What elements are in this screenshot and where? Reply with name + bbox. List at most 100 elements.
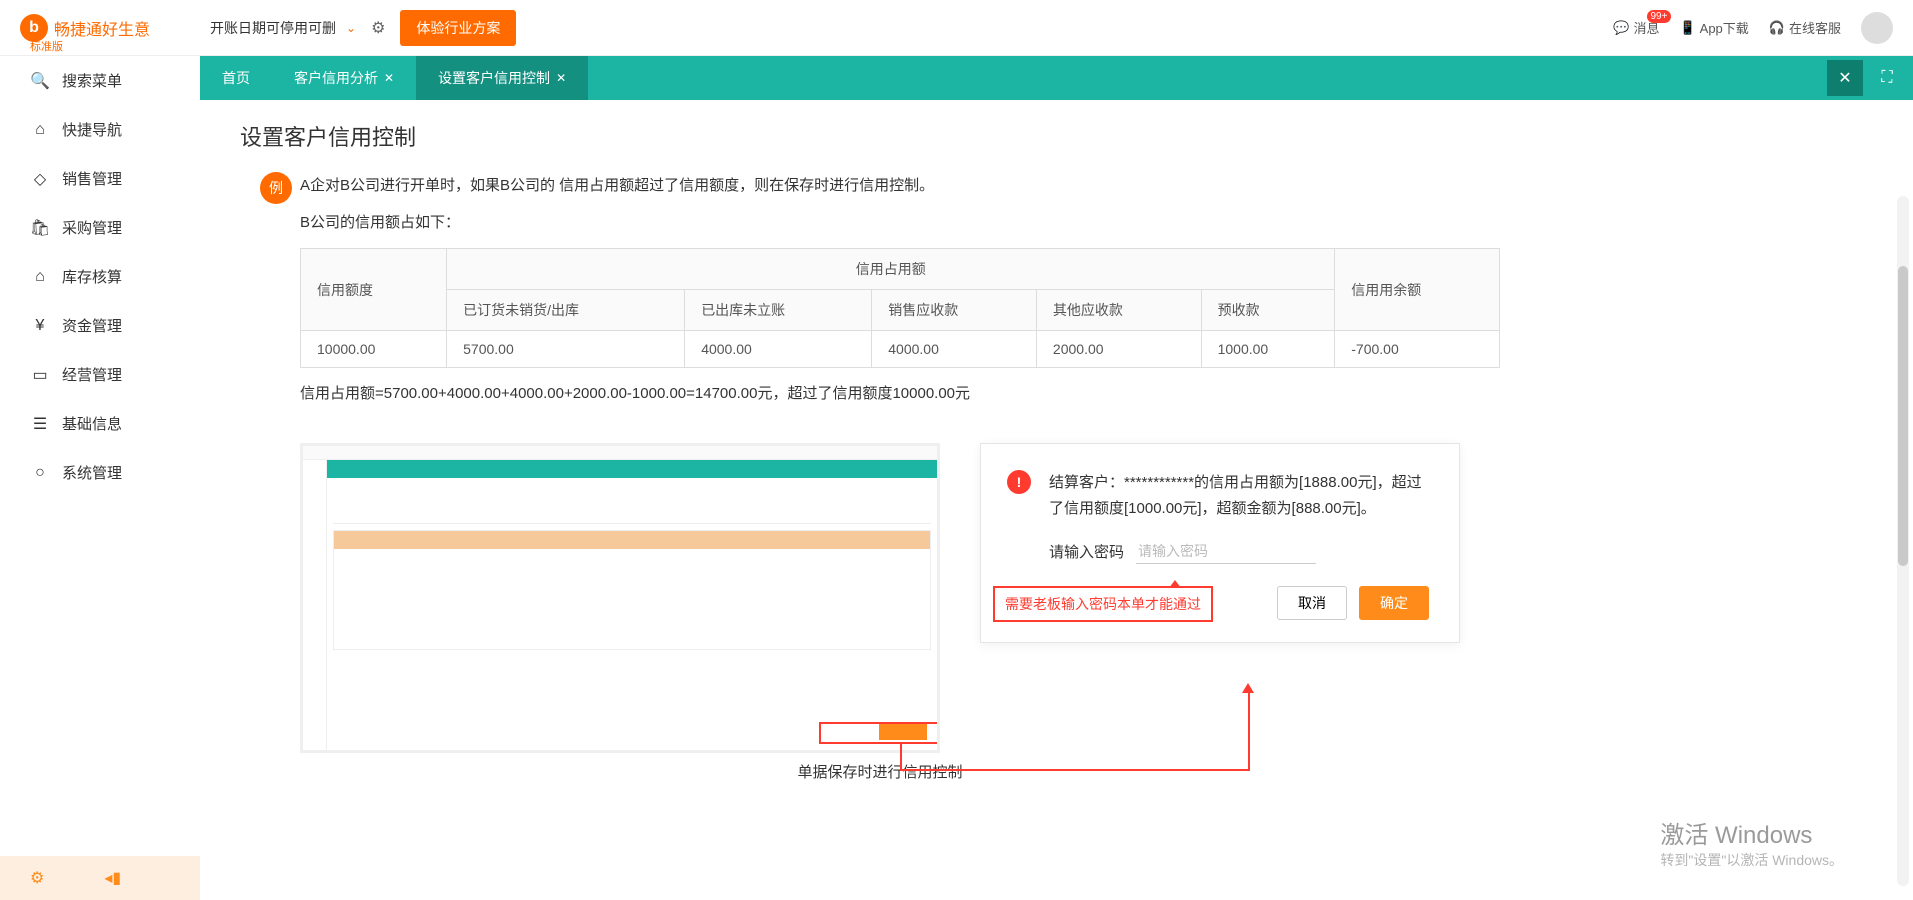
th-sub: 其他应收款 — [1036, 290, 1201, 331]
gear-icon[interactable]: ⚙ — [371, 18, 385, 38]
sidebar-icon: 🛍 — [30, 218, 50, 238]
table-row: 10000.00 5700.00 4000.00 4000.00 2000.00… — [301, 331, 1500, 368]
tab-label: 设置客户信用控制 — [438, 68, 550, 88]
sidebar-icon: 🔍 — [30, 71, 50, 91]
credit-warning-dialog: ! 结算客户：************的信用占用额为[1888.00元]，超过了… — [980, 443, 1460, 643]
tab-0[interactable]: 首页 — [200, 56, 272, 100]
dialog-message: 结算客户：************的信用占用额为[1888.00元]，超过了信用… — [1049, 470, 1429, 521]
credit-table: 信用额度 信用占用额 信用用余额 已订货未销货/出库已出库未立账销售应收款其他应… — [300, 248, 1500, 368]
sidebar-item-1[interactable]: ⌂ 快捷导航 — [0, 105, 200, 154]
sidebar-item-label: 库存核算 — [62, 266, 122, 287]
example-line-1: A企对B公司进行开单时，如果B公司的 信用占用额超过了信用额度，则在保存时进行信… — [300, 172, 1873, 199]
cell-v5: 1000.00 — [1201, 331, 1335, 368]
chevron-down-icon: ⌄ — [346, 21, 356, 35]
sidebar-icon: ¥ — [30, 316, 50, 336]
sidebar-item-3[interactable]: 🛍 采购管理 — [0, 203, 200, 252]
avatar[interactable] — [1861, 12, 1893, 44]
example-line-2: B公司的信用额占如下： — [300, 211, 1873, 232]
sidebar-icon: ○ — [30, 463, 50, 483]
brand-edition: 标准版 — [30, 38, 63, 54]
sidebar-item-5[interactable]: ¥ 资金管理 — [0, 301, 200, 350]
sidebar-item-4[interactable]: ⌂ 库存核算 — [0, 252, 200, 301]
messages-button[interactable]: 💬 消息 99+ — [1613, 18, 1659, 37]
tab-1[interactable]: 客户信用分析 ✕ — [272, 56, 416, 100]
app-header: b 畅捷通好生意 标准版 开账日期可停用可删 ⌄ ⚙ 体验行业方案 💬 消息 9… — [0, 0, 1913, 56]
warning-icon: ! — [1007, 470, 1031, 494]
sidebar-item-0[interactable]: 🔍 搜索菜单 — [0, 56, 200, 105]
page-content: 设置客户信用控制 例 A企对B公司进行开单时，如果B公司的 信用占用额超过了信用… — [200, 100, 1913, 900]
sidebar-item-label: 销售管理 — [62, 168, 122, 189]
sidebar-icon: ▭ — [30, 365, 50, 385]
messages-badge: 99+ — [1647, 10, 1672, 23]
sidebar-item-label: 搜索菜单 — [62, 70, 122, 91]
tab-2[interactable]: 设置客户信用控制 ✕ — [416, 56, 588, 100]
sidebar-icon: ◇ — [30, 169, 50, 189]
settings-icon[interactable]: ⚙ — [30, 868, 44, 888]
page-title: 设置客户信用控制 — [240, 120, 1873, 152]
headset-icon: 🎧 — [1769, 20, 1785, 36]
password-input[interactable] — [1136, 539, 1316, 564]
thumbnail-save-highlight — [819, 722, 939, 744]
sidebar-icon: ⌂ — [30, 267, 50, 287]
customer-service-label: 在线客服 — [1789, 18, 1841, 37]
tab-label: 客户信用分析 — [294, 68, 378, 88]
fullscreen-button[interactable]: ⛶ — [1869, 60, 1905, 96]
order-form-thumbnail — [300, 443, 940, 753]
chat-icon: 💬 — [1613, 20, 1629, 36]
header-right: 💬 消息 99+ 📱 App下载 🎧 在线客服 — [1613, 12, 1893, 44]
cell-v3: 4000.00 — [872, 331, 1037, 368]
password-row: 请输入密码 — [1049, 539, 1429, 564]
watermark-line1: 激活 Windows — [1660, 815, 1843, 850]
sidebar-item-label: 快捷导航 — [62, 119, 122, 140]
scrollbar-thumb[interactable] — [1898, 266, 1908, 566]
credit-dialog-wrapper: ! 结算客户：************的信用占用额为[1888.00元]，超过了… — [980, 443, 1460, 643]
vertical-scrollbar[interactable] — [1897, 196, 1909, 886]
password-label: 请输入密码 — [1049, 541, 1124, 562]
sidebar-footer: ⚙ ◂▮ — [0, 856, 200, 900]
th-sub: 已订货未销货/出库 — [447, 290, 685, 331]
th-credit-limit: 信用额度 — [301, 249, 447, 331]
sidebar-item-label: 采购管理 — [62, 217, 122, 238]
sidebar-item-label: 资金管理 — [62, 315, 122, 336]
sidebar-item-8[interactable]: ○系统管理 — [0, 448, 200, 497]
sidebar-icon: ☰ — [30, 414, 50, 434]
sidebar-item-label: 经营管理 — [62, 364, 122, 385]
cell-v2: 4000.00 — [685, 331, 872, 368]
th-sub: 预收款 — [1201, 290, 1335, 331]
cancel-button[interactable]: 取消 — [1277, 586, 1347, 620]
sidebar-item-7[interactable]: ☰ 基础信息 — [0, 399, 200, 448]
app-download-button[interactable]: 📱 App下载 — [1679, 18, 1748, 37]
tab-label: 首页 — [222, 68, 250, 88]
sidebar-item-label: 基础信息 — [62, 413, 122, 434]
example-block: 例 A企对B公司进行开单时，如果B公司的 信用占用额超过了信用额度，则在保存时进… — [240, 172, 1873, 782]
brand-name: 畅捷通好生意 — [54, 16, 150, 40]
cell-limit: 10000.00 — [301, 331, 447, 368]
phone-icon: 📱 — [1679, 20, 1695, 36]
cell-v4: 2000.00 — [1036, 331, 1201, 368]
calc-line: 信用占用额=5700.00+4000.00+4000.00+2000.00-10… — [300, 382, 1873, 403]
bottom-illustration-row: ! 结算客户：************的信用占用额为[1888.00元]，超过了… — [300, 443, 1873, 753]
sidebar-icon: ⌂ — [30, 120, 50, 140]
customer-service-button[interactable]: 🎧 在线客服 — [1769, 18, 1841, 37]
close-all-tabs-button[interactable]: ✕ — [1827, 60, 1863, 96]
account-date-selector[interactable]: 开账日期可停用可删 ⌄ — [210, 18, 356, 38]
collapse-icon[interactable]: ◂▮ — [104, 868, 121, 888]
ok-button[interactable]: 确定 — [1359, 586, 1429, 620]
windows-activation-watermark: 激活 Windows 转到"设置"以激活 Windows。 — [1660, 815, 1843, 870]
close-icon[interactable]: ✕ — [556, 71, 566, 85]
sidebar-item-2[interactable]: ◇ 销售管理 — [0, 154, 200, 203]
cell-balance: -700.00 — [1335, 331, 1500, 368]
sidebar: 🔍 搜索菜单 ⌂ 快捷导航 ◇ 销售管理 🛍 采购管理 ⌂ 库存核算 ¥ 资金管理 ▭ 经营管理 ☰ 基础信息… — [0, 56, 200, 900]
tab-bar: 首页 客户信用分析 ✕ 设置客户信用控制 ✕ ✕ ⛶ — [200, 56, 1913, 100]
account-date-label: 开账日期可停用可删 — [210, 18, 336, 38]
password-hint-note: 需要老板输入密码本单才能通过 — [993, 586, 1213, 622]
close-icon[interactable]: ✕ — [384, 71, 394, 85]
sidebar-item-6[interactable]: ▭ 经营管理 — [0, 350, 200, 399]
illustration-caption: 单据保存时进行信用控制 — [300, 761, 1460, 782]
watermark-line2: 转到"设置"以激活 Windows。 — [1660, 850, 1843, 870]
cell-v1: 5700.00 — [447, 331, 685, 368]
tabbar-actions: ✕ ⛶ — [1827, 60, 1913, 96]
th-sub: 销售应收款 — [872, 290, 1037, 331]
industry-solution-button[interactable]: 体验行业方案 — [400, 10, 516, 46]
connector-line — [1248, 691, 1250, 771]
